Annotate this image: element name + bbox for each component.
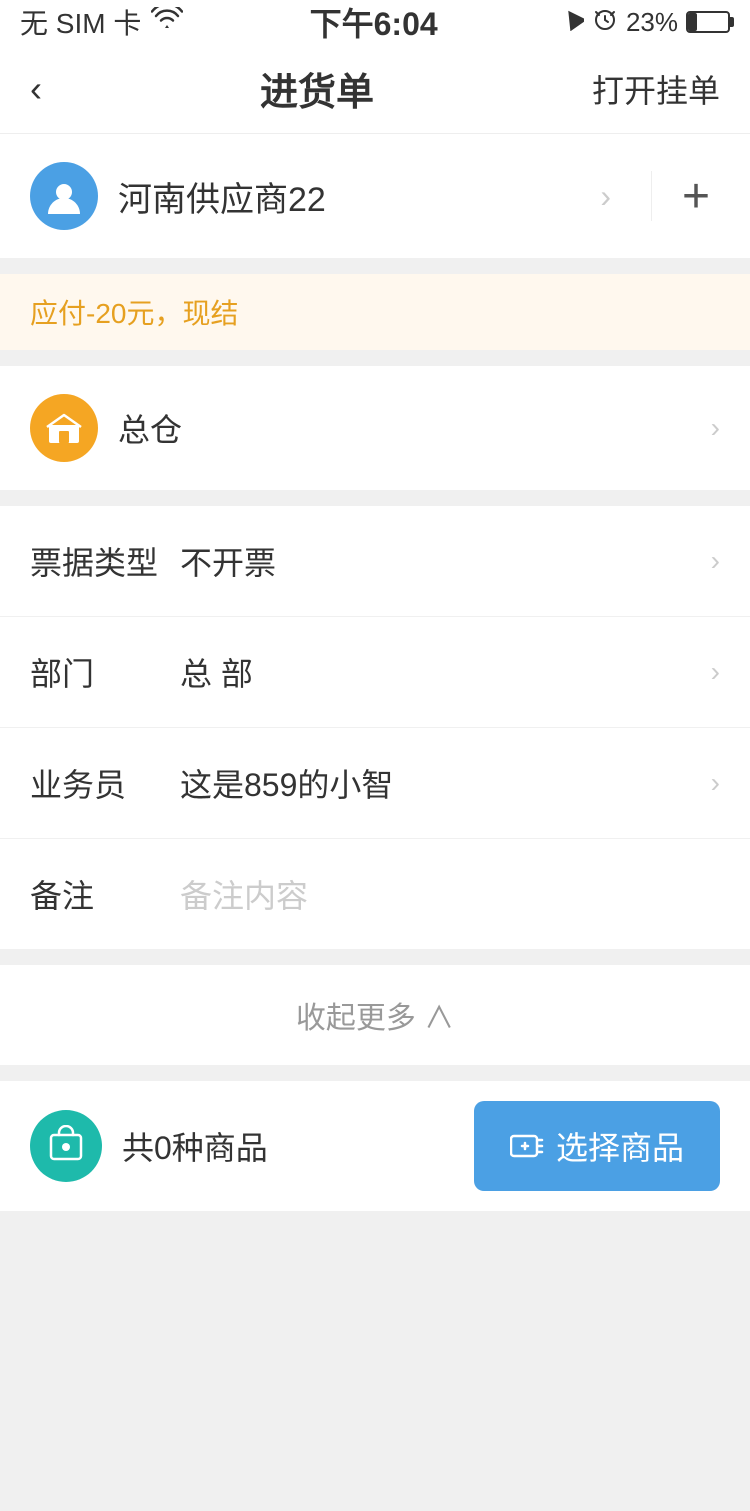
warehouse-row[interactable]: 总仓 › <box>0 366 750 490</box>
remark-label: 备注 <box>30 871 160 917</box>
bottom-bar: 共0种商品 选择商品 <box>0 1081 750 1211</box>
invoice-type-label: 票据类型 <box>30 538 160 584</box>
salesperson-label: 业务员 <box>30 760 160 806</box>
divider <box>651 171 652 221</box>
product-icon <box>30 1110 102 1182</box>
alarm-icon <box>592 6 618 39</box>
department-chevron-icon: › <box>711 656 720 688</box>
status-time: 下午6:04 <box>310 0 438 45</box>
status-left: 无 SIM 卡 <box>20 2 183 42</box>
department-value: 总 部 <box>160 649 711 695</box>
salesperson-chevron-icon: › <box>711 767 720 799</box>
back-button[interactable]: ‹ <box>30 68 42 110</box>
remark-placeholder: 备注内容 <box>160 871 720 917</box>
status-right: 23% <box>564 6 730 39</box>
warehouse-label: 总仓 <box>118 405 711 451</box>
wifi-icon <box>151 6 183 38</box>
content: 河南供应商22 › + 应付-20元，现结 总仓 › 票据类型 不开票 <box>0 134 750 1511</box>
invoice-type-value: 不开票 <box>160 538 711 584</box>
collapse-bar[interactable]: 收起更多 ∧ <box>0 965 750 1065</box>
open-pending-button[interactable]: 打开挂单 <box>592 66 720 112</box>
status-bar: 无 SIM 卡 下午6:04 23% <box>0 0 750 44</box>
select-product-button[interactable]: 选择商品 <box>474 1101 720 1191</box>
salesperson-value: 这是859的小智 <box>160 760 711 806</box>
warehouse-chevron-icon: › <box>711 412 720 444</box>
remark-row[interactable]: 备注 备注内容 <box>0 839 750 949</box>
invoice-type-chevron-icon: › <box>711 545 720 577</box>
warehouse-icon <box>30 394 98 462</box>
select-product-label: 选择商品 <box>556 1123 684 1169</box>
add-supplier-button[interactable]: + <box>672 169 720 224</box>
notice-text: 应付-20元，现结 <box>30 298 238 329</box>
salesperson-row[interactable]: 业务员 这是859的小智 › <box>0 728 750 839</box>
product-count-text: 共0种商品 <box>122 1123 454 1169</box>
supplier-avatar <box>30 162 98 230</box>
form-section: 票据类型 不开票 › 部门 总 部 › 业务员 这是859的小智 › 备注 备注… <box>0 506 750 949</box>
invoice-type-row[interactable]: 票据类型 不开票 › <box>0 506 750 617</box>
battery-icon <box>686 11 730 33</box>
battery-percentage: 23% <box>626 7 678 38</box>
location-icon <box>564 7 584 38</box>
notice-banner: 应付-20元，现结 <box>0 274 750 350</box>
nav-bar: ‹ 进货单 打开挂单 <box>0 44 750 134</box>
carrier-text: 无 SIM 卡 <box>20 2 141 42</box>
warehouse-section: 总仓 › <box>0 366 750 490</box>
supplier-chevron-icon: › <box>600 178 611 215</box>
supplier-section: 河南供应商22 › + <box>0 134 750 258</box>
page-title: 进货单 <box>260 61 374 116</box>
department-row[interactable]: 部门 总 部 › <box>0 617 750 728</box>
supplier-name: 河南供应商22 <box>118 172 600 221</box>
page-bottom-spacer <box>0 1211 750 1511</box>
collapse-label: 收起更多 ∧ <box>296 993 454 1037</box>
department-label: 部门 <box>30 649 160 695</box>
supplier-row[interactable]: 河南供应商22 › + <box>0 134 750 258</box>
